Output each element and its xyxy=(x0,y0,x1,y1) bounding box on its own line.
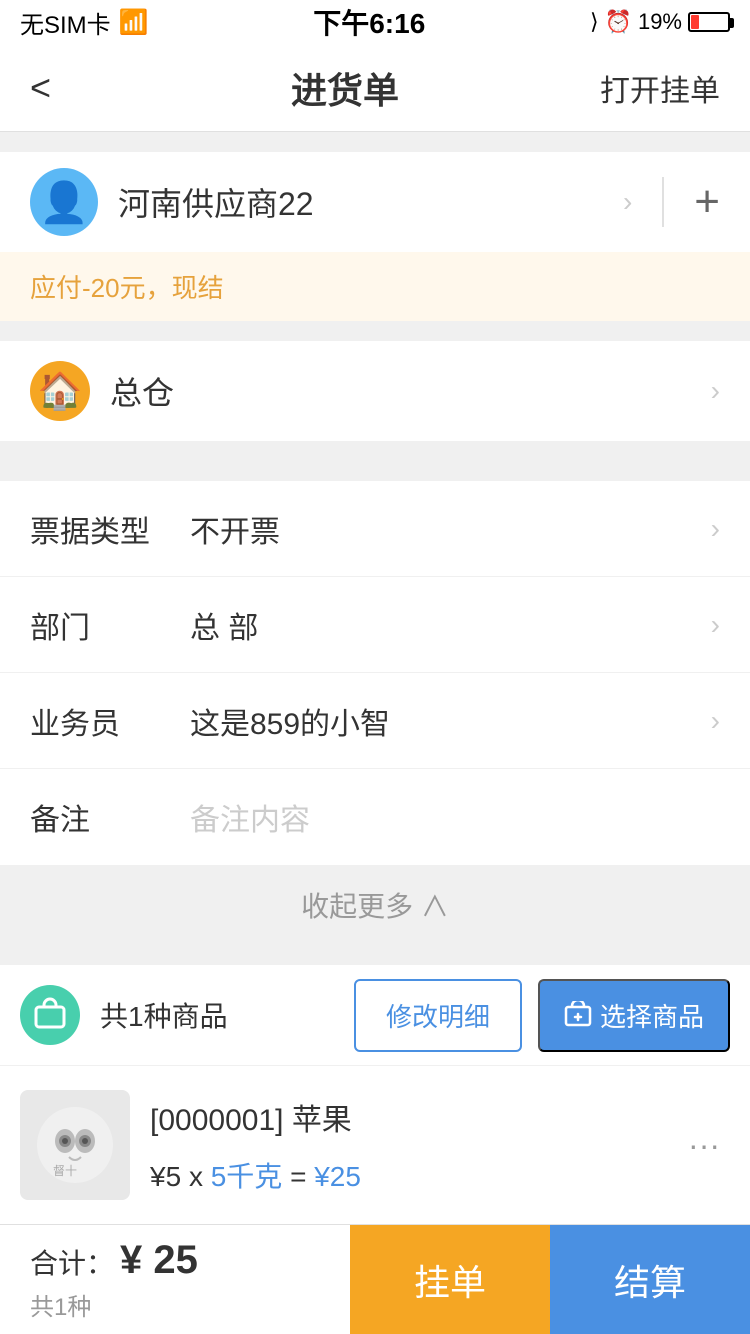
owl-logo: 督十 xyxy=(35,1105,115,1185)
page-title: 进货单 xyxy=(291,62,399,114)
person-icon: 👤 xyxy=(39,179,89,226)
department-arrow-icon: › xyxy=(711,609,720,641)
select-product-label: 选择商品 xyxy=(600,997,704,1034)
salesman-value: 这是859的小智 xyxy=(190,699,711,743)
collapse-text: 收起更多 ∧ xyxy=(301,885,449,925)
status-left: 无SIM卡 📶 xyxy=(20,5,149,40)
product-info: [0000001] 苹果 ¥5 x 5千克 = ¥25 xyxy=(150,1095,678,1195)
product-name: [0000001] 苹果 xyxy=(150,1095,678,1139)
product-item: 督十 [0000001] 苹果 ¥5 x 5千克 = ¥25 ··· xyxy=(0,1065,750,1224)
remark-input[interactable]: 备注内容 xyxy=(190,795,720,839)
supplier-section[interactable]: 👤 河南供应商22 › + xyxy=(0,152,750,252)
gap-2 xyxy=(0,441,750,461)
battery-icon xyxy=(688,12,730,32)
invoice-row[interactable]: 票据类型 不开票 › xyxy=(0,481,750,577)
status-right: ⟩ ⏰ 19% xyxy=(590,9,730,35)
location-icon: ⟩ xyxy=(590,9,599,35)
alarm-icon: ⏰ xyxy=(605,9,632,35)
home-icon: 🏠 xyxy=(38,370,83,412)
invoice-label: 票据类型 xyxy=(30,507,190,551)
total-price: ¥25 xyxy=(314,1161,361,1192)
supplier-name: 河南供应商22 xyxy=(118,179,623,225)
open-hang-button[interactable]: 打开挂单 xyxy=(600,66,720,110)
cart-icon xyxy=(32,997,68,1033)
supplier-divider xyxy=(662,177,664,227)
bottom-bar: 合计： ¥ 25 共1种 挂单 结算 xyxy=(0,1224,750,1334)
select-product-button[interactable]: 选择商品 xyxy=(538,979,730,1052)
total-amount: ¥ 25 xyxy=(120,1238,198,1283)
battery-text: 19% xyxy=(638,9,682,35)
department-value: 总 部 xyxy=(190,603,711,647)
collapse-section[interactable]: 收起更多 ∧ xyxy=(0,865,750,945)
department-label: 部门 xyxy=(30,603,190,647)
product-count-icon xyxy=(20,985,80,1045)
total-count: 共1种 xyxy=(30,1287,320,1322)
total-section: 合计： ¥ 25 共1种 xyxy=(0,1238,350,1322)
total-label: 合计： ¥ 25 xyxy=(30,1238,320,1283)
salesman-label: 业务员 xyxy=(30,699,190,743)
product-more-button[interactable]: ··· xyxy=(678,1117,730,1174)
select-icon xyxy=(564,1001,592,1029)
supplier-arrow-icon: › xyxy=(623,186,632,218)
checkout-button[interactable]: 结算 xyxy=(550,1225,750,1334)
invoice-arrow-icon: › xyxy=(711,513,720,545)
nav-bar: < 进货单 打开挂单 xyxy=(0,44,750,132)
remark-label: 备注 xyxy=(30,795,190,839)
wifi-icon: 📶 xyxy=(119,8,149,37)
unit-price: ¥5 xyxy=(150,1161,181,1192)
back-button[interactable]: < xyxy=(30,67,90,109)
total-text: 合计： xyxy=(30,1242,114,1282)
product-thumbnail: 督十 xyxy=(20,1090,130,1200)
department-row[interactable]: 部门 总 部 › xyxy=(0,577,750,673)
remark-row[interactable]: 备注 备注内容 xyxy=(0,769,750,865)
status-time: 下午6:16 xyxy=(313,2,425,42)
warehouse-arrow-icon: › xyxy=(711,375,720,407)
invoice-value: 不开票 xyxy=(190,507,711,551)
status-bar: 无SIM卡 📶 下午6:16 ⟩ ⏰ 19% xyxy=(0,0,750,44)
supplier-avatar: 👤 xyxy=(30,168,98,236)
price-multiply: x xyxy=(189,1161,211,1192)
warehouse-section[interactable]: 🏠 总仓 › xyxy=(0,341,750,441)
edit-detail-button[interactable]: 修改明细 xyxy=(354,979,522,1052)
carrier-text: 无SIM卡 xyxy=(20,5,111,40)
salesman-row[interactable]: 业务员 这是859的小智 › xyxy=(0,673,750,769)
product-price: ¥5 x 5千克 = ¥25 xyxy=(150,1155,678,1195)
add-button[interactable]: + xyxy=(694,177,720,227)
salesman-arrow-icon: › xyxy=(711,705,720,737)
price-equals: = xyxy=(290,1161,314,1192)
main-content: 👤 河南供应商22 › + 应付-20元，现结 🏠 总仓 › 票据类型 不开票 … xyxy=(0,132,750,1334)
hang-button[interactable]: 挂单 xyxy=(350,1225,550,1334)
product-count-text: 共1种商品 xyxy=(100,995,354,1035)
product-header: 共1种商品 修改明细 选择商品 xyxy=(0,965,750,1065)
product-title: 苹果 xyxy=(292,1104,352,1137)
warning-banner: 应付-20元，现结 xyxy=(0,252,750,321)
gap-1 xyxy=(0,132,750,152)
svg-text:督十: 督十 xyxy=(53,1163,77,1178)
quantity: 5千克 xyxy=(211,1161,283,1192)
warehouse-name: 总仓 xyxy=(110,368,711,414)
form-section: 票据类型 不开票 › 部门 总 部 › 业务员 这是859的小智 › 备注 备注… xyxy=(0,481,750,865)
warehouse-icon: 🏠 xyxy=(30,361,90,421)
product-code: [0000001] xyxy=(150,1104,283,1137)
